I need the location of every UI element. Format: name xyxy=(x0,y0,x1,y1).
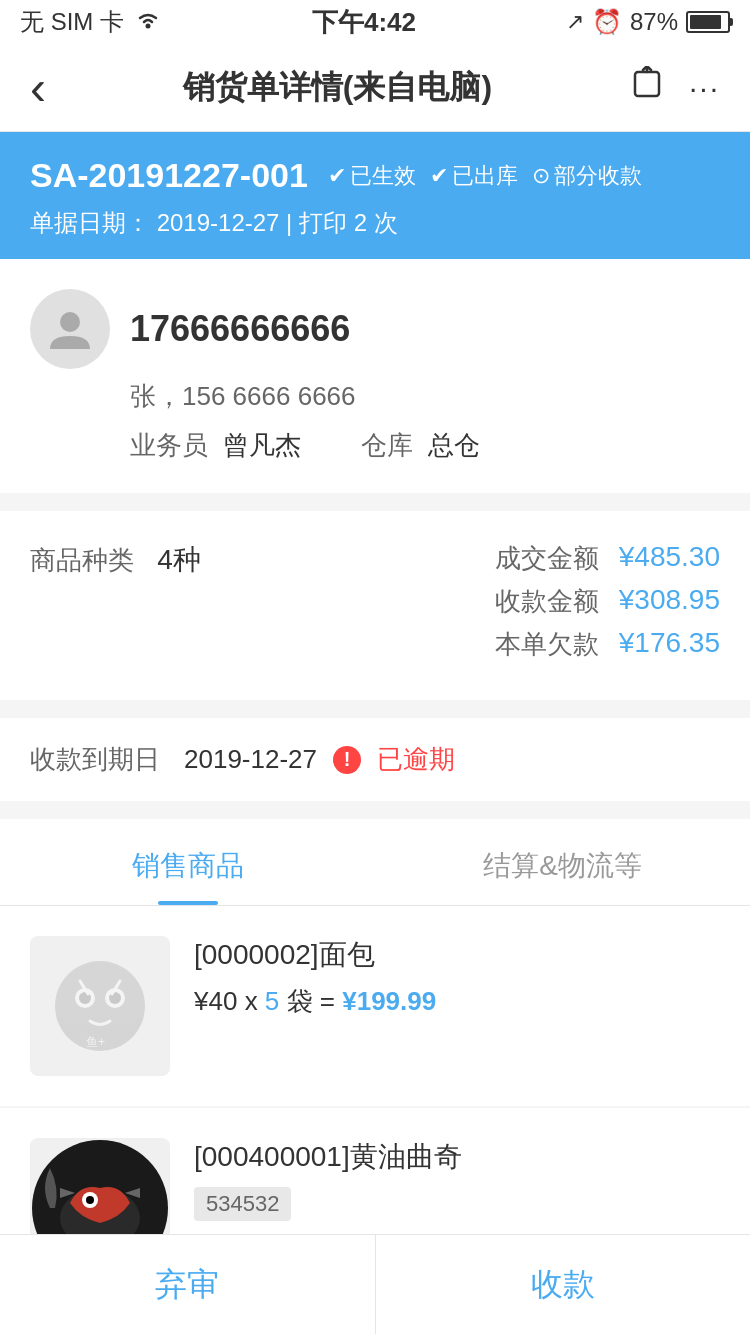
location-icon: ↗ xyxy=(566,9,584,35)
status-badges: ✔ 已生效 ✔ 已出库 ⊙ 部分收款 xyxy=(328,161,642,191)
product-sku-2: 534532 xyxy=(194,1187,291,1221)
separator-2 xyxy=(0,702,750,718)
clock-icon: ⊙ xyxy=(532,163,550,189)
status-time: 下午4:42 xyxy=(312,5,416,40)
tab-settlement[interactable]: 结算&物流等 xyxy=(375,819,750,905)
tab-products[interactable]: 销售商品 xyxy=(0,819,375,905)
svg-text:鱼+: 鱼+ xyxy=(86,1035,105,1049)
status-badge-partial: ⊙ 部分收款 xyxy=(532,161,642,191)
product-price-1: ¥40 x 5 袋 = ¥199.99 xyxy=(194,984,720,1019)
more-icon[interactable]: ··· xyxy=(689,71,720,105)
product-name-2: [000400001]黄油曲奇 xyxy=(194,1138,720,1176)
summary-section: 商品种类 4种 成交金额 ¥485.30 收款金额 ¥308.95 本单欠款 ¥… xyxy=(0,511,750,700)
customer-name: 17666666666 xyxy=(130,308,350,350)
order-id: SA-20191227-001 xyxy=(30,156,308,195)
order-date-info: 单据日期： 2019-12-27 | 打印 2 次 xyxy=(30,207,720,239)
separator-3 xyxy=(0,803,750,819)
sales-person: 业务员 曾凡杰 xyxy=(130,428,301,463)
overdue-section: 收款到期日 2019-12-27 ! 已逾期 xyxy=(0,718,750,801)
tabs-section: 销售商品 结算&物流等 xyxy=(0,819,750,906)
svg-point-12 xyxy=(86,1196,94,1204)
nav-bar: ‹ 销货单详情(来自电脑) ··· xyxy=(0,44,750,132)
collect-payment-button[interactable]: 收款 xyxy=(376,1235,751,1334)
banner-top: SA-20191227-001 ✔ 已生效 ✔ 已出库 ⊙ 部分收款 xyxy=(30,156,720,195)
nav-actions: ··· xyxy=(629,66,720,109)
product-card-1: 鱼+ [0000002]面包 ¥40 x 5 袋 = ¥199.99 xyxy=(0,906,750,1106)
product-placeholder-1: 鱼+ xyxy=(30,936,170,1076)
page-title: 销货单详情(来自电脑) xyxy=(183,66,492,110)
share-icon[interactable] xyxy=(629,66,665,109)
product-name-1: [0000002]面包 xyxy=(194,936,720,974)
separator-1 xyxy=(0,495,750,511)
status-left: 无 SIM 卡 xyxy=(20,6,162,38)
order-header: SA-20191227-001 ✔ 已生效 ✔ 已出库 ⊙ 部分收款 单据日期：… xyxy=(0,132,750,259)
customer-row: 17666666666 xyxy=(30,289,720,369)
customer-contact: 张，156 6666 6666 xyxy=(30,379,720,414)
product-details-1: [0000002]面包 ¥40 x 5 袋 = ¥199.99 xyxy=(194,936,720,1019)
battery-icon xyxy=(686,11,730,33)
customer-meta: 业务员 曾凡杰 仓库 总仓 xyxy=(30,428,720,463)
wifi-icon xyxy=(134,8,162,36)
overdue-warning-icon: ! xyxy=(333,746,361,774)
customer-section: 17666666666 张，156 6666 6666 业务员 曾凡杰 仓库 总… xyxy=(0,259,750,493)
battery-percent: 87% xyxy=(630,8,678,36)
warehouse: 仓库 总仓 xyxy=(361,428,480,463)
check-icon-2: ✔ xyxy=(430,163,448,189)
back-button[interactable]: ‹ xyxy=(30,60,46,115)
summary-row: 商品种类 4种 成交金额 ¥485.30 收款金额 ¥308.95 本单欠款 ¥… xyxy=(30,541,720,670)
svg-rect-1 xyxy=(635,72,659,96)
product-image-1: 鱼+ xyxy=(30,936,170,1076)
carrier-text: 无 SIM 卡 xyxy=(20,6,124,38)
cancel-review-button[interactable]: 弃审 xyxy=(0,1235,376,1334)
amount-info: 成交金额 ¥485.30 收款金额 ¥308.95 本单欠款 ¥176.35 xyxy=(495,541,720,670)
alarm-icon: ⏰ xyxy=(592,8,622,36)
svg-point-0 xyxy=(146,24,151,29)
avatar xyxy=(30,289,110,369)
deal-amount-row: 成交金额 ¥485.30 xyxy=(495,541,720,576)
collected-amount-row: 收款金额 ¥308.95 xyxy=(495,584,720,619)
status-badge-effective: ✔ 已生效 xyxy=(328,161,416,191)
status-bar: 无 SIM 卡 下午4:42 ↗ ⏰ 87% xyxy=(0,0,750,44)
svg-point-2 xyxy=(60,312,80,332)
status-badge-shipped: ✔ 已出库 xyxy=(430,161,518,191)
product-type-info: 商品种类 4种 xyxy=(30,541,201,579)
status-right: ↗ ⏰ 87% xyxy=(566,8,730,36)
debt-amount-row: 本单欠款 ¥176.35 xyxy=(495,627,720,662)
check-icon-1: ✔ xyxy=(328,163,346,189)
bottom-bar: 弃审 收款 xyxy=(0,1234,750,1334)
